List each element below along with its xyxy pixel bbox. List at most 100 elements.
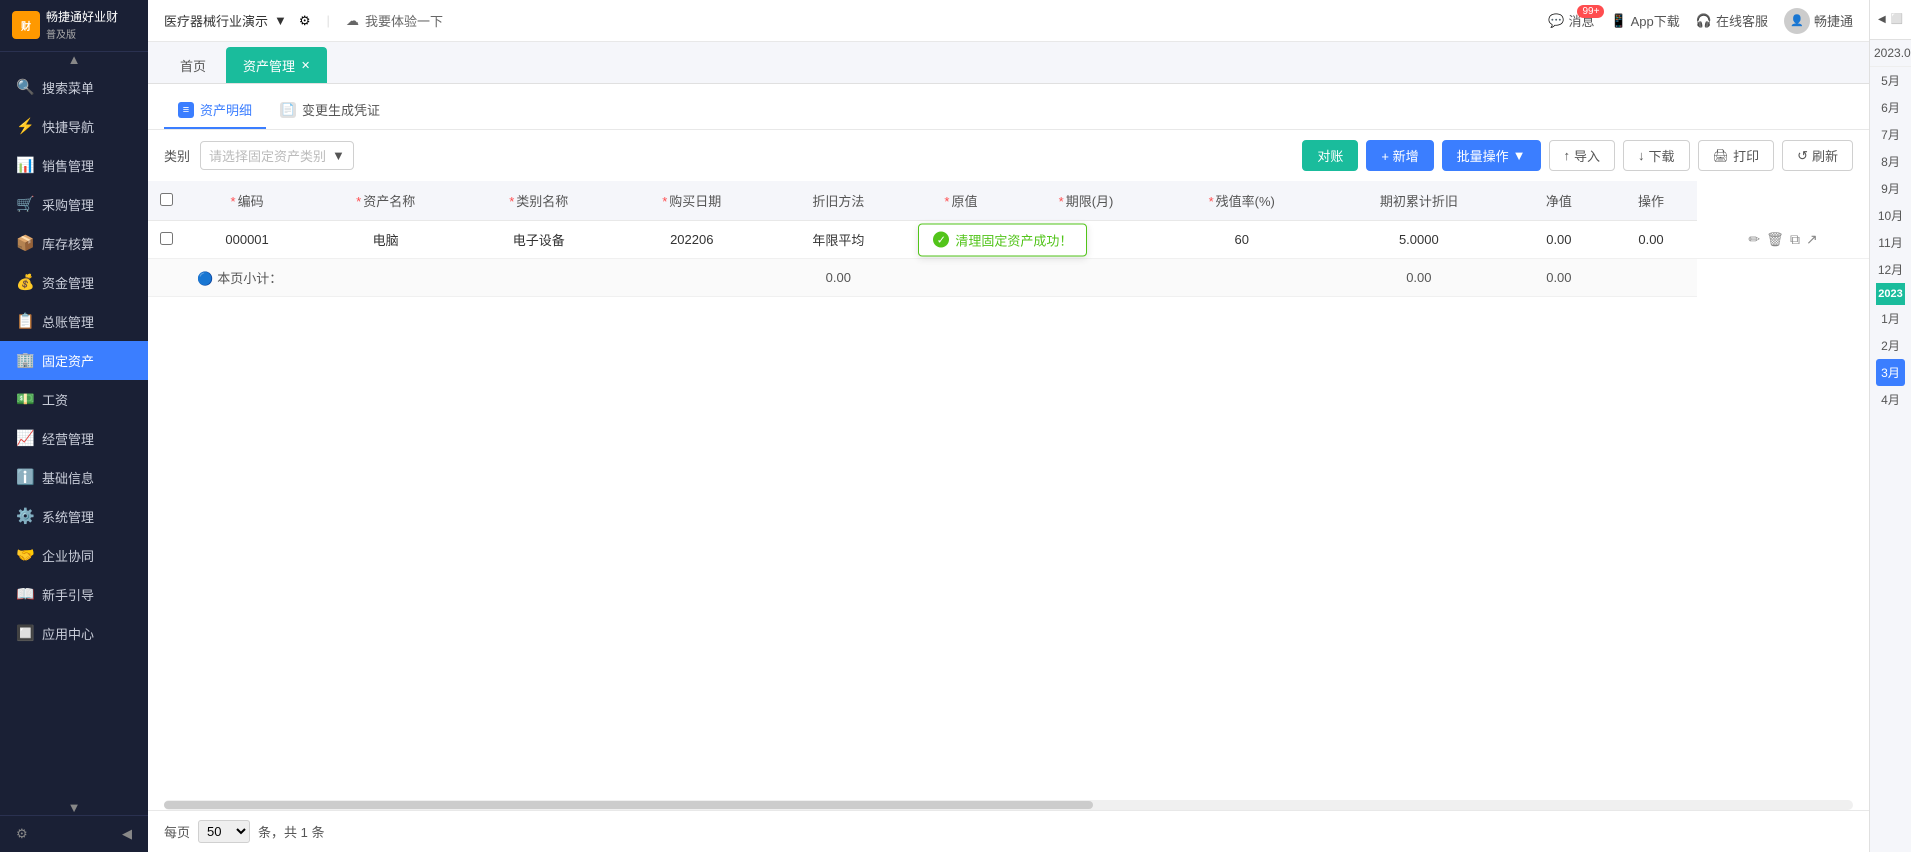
- sidebar-item-operations[interactable]: 📈经营管理: [0, 419, 148, 458]
- toast-message: 清理固定资产成功！: [955, 230, 1072, 249]
- filter-row: 类别 请选择固定资产类别 ▼: [164, 141, 354, 170]
- select-all-header[interactable]: [148, 181, 185, 221]
- month-item-7月[interactable]: 7月: [1876, 121, 1905, 148]
- subtab-asset-detail[interactable]: ≡ 资产明细: [164, 94, 266, 129]
- experience-label: 我要体验一下: [365, 11, 443, 30]
- collapse-right-icon[interactable]: ◀: [1878, 14, 1886, 25]
- sidebar-item-finance[interactable]: 💰资金管理: [0, 263, 148, 302]
- sidebar-item-purchase[interactable]: 🛒 采购管理: [0, 185, 148, 224]
- th-residual-rate: *残值率(%): [1159, 181, 1325, 221]
- category-select[interactable]: 请选择固定资产类别 ▼: [200, 141, 354, 170]
- month-item-6月[interactable]: 6月: [1876, 94, 1905, 121]
- right-panel-header: ◀ ⬜: [1870, 0, 1911, 40]
- topbar-settings-icon[interactable]: ⚙: [299, 13, 311, 29]
- sidebar-item-quick-nav[interactable]: ⚡快捷导航: [0, 107, 148, 146]
- horizontal-scrollbar[interactable]: [164, 800, 1853, 810]
- month-item-3月[interactable]: 3月: [1876, 359, 1905, 386]
- cell-name: 电脑: [309, 221, 462, 259]
- sidebar-bottom: ⚙ ◀: [0, 815, 148, 852]
- tab-close-icon[interactable]: ✕: [301, 59, 310, 72]
- month-item-2023[interactable]: 2023: [1876, 283, 1905, 305]
- sidebar-icon-ledger: 📋: [16, 312, 34, 330]
- user-area[interactable]: 👤 畅捷通: [1784, 8, 1853, 34]
- batch-ops-arrow: ▼: [1513, 148, 1526, 163]
- messages-btn[interactable]: 💬 消息 99+: [1548, 11, 1594, 30]
- sidebar-item-ledger[interactable]: 📋总账管理: [0, 302, 148, 341]
- reconcile-btn[interactable]: 对账: [1302, 140, 1358, 171]
- page-size-select[interactable]: 50 100: [198, 820, 250, 843]
- more-btn[interactable]: ↗: [1806, 231, 1818, 248]
- month-item-8月[interactable]: 8月: [1876, 148, 1905, 175]
- sidebar-icon-purchase: 🛒: [16, 195, 34, 213]
- sidebar-item-guide[interactable]: 📖新手引导: [0, 575, 148, 614]
- sidebar-scroll-up[interactable]: ▲: [0, 52, 148, 68]
- month-item-12月[interactable]: 12月: [1876, 256, 1905, 283]
- sidebar-item-salary[interactable]: 💵工资: [0, 380, 148, 419]
- sidebar-icon-quick-nav: ⚡: [16, 117, 34, 135]
- edit-btn[interactable]: ✏: [1748, 231, 1760, 248]
- delete-btn[interactable]: 🗑: [1766, 231, 1784, 248]
- sidebar-icon-inventory: 📦: [16, 234, 34, 252]
- online-service-btn[interactable]: 🎧 在线客服: [1696, 11, 1768, 30]
- username: 畅捷通: [1814, 11, 1853, 30]
- sidebar-icon-guide: 📖: [16, 585, 34, 603]
- sidebar-item-search[interactable]: 🔍搜索菜单: [0, 68, 148, 107]
- collapse-icon[interactable]: ◀: [122, 826, 132, 842]
- sidebar-icon-finance: 💰: [16, 273, 34, 291]
- table-header-row: *编码 *资产名称 *类别名称 *购买日期 折旧方法 *原值 *期限(月) *残…: [148, 181, 1869, 221]
- th-actions: 操作: [1605, 181, 1697, 221]
- sidebar-item-app-center[interactable]: 🔲应用中心: [0, 614, 148, 653]
- sidebar-item-system[interactable]: ⚙️系统管理: [0, 497, 148, 536]
- sidebar-icon-enterprise: 🤝: [16, 546, 34, 564]
- sidebar-label-purchase: 采购管理: [42, 195, 94, 214]
- copy-btn[interactable]: ⧉: [1790, 231, 1800, 248]
- sidebar-item-sales[interactable]: 📊销售管理: [0, 146, 148, 185]
- settings-icon[interactable]: ⚙: [16, 826, 28, 842]
- tab-home[interactable]: 首页: [164, 48, 222, 83]
- month-item-4月[interactable]: 4月: [1876, 386, 1905, 413]
- import-label: 导入: [1574, 146, 1600, 165]
- experience-btn[interactable]: ☁ 我要体验一下: [346, 11, 443, 30]
- month-item-10月[interactable]: 10月: [1876, 202, 1905, 229]
- row-checkbox[interactable]: [160, 232, 173, 245]
- sidebar-label-sales: 销售管理: [42, 156, 94, 175]
- subtotal-label: 🔵本页小计：: [185, 259, 768, 297]
- filter-category-label: 类别: [164, 146, 190, 165]
- sidebar-item-inventory[interactable]: 📦库存核算: [0, 224, 148, 263]
- expand-right-icon[interactable]: ⬜: [1891, 14, 1903, 25]
- month-item-2月[interactable]: 2月: [1876, 332, 1905, 359]
- cell-period: 60: [1159, 221, 1325, 259]
- sidebar-item-fixed-assets[interactable]: 🏢固定资产: [0, 341, 148, 380]
- sidebar-item-basic-info[interactable]: ℹ️基础信息: [0, 458, 148, 497]
- pagination: 每页 50 100 条，共 1 条: [148, 810, 1869, 852]
- print-btn[interactable]: 🖨 打印: [1698, 140, 1775, 171]
- import-btn[interactable]: ↑ 导入: [1549, 140, 1616, 171]
- tab-asset-management[interactable]: 资产管理 ✕: [226, 47, 327, 83]
- month-item-9月[interactable]: 9月: [1876, 175, 1905, 202]
- subtotal-net: 0.00: [1513, 259, 1605, 297]
- select-all-checkbox[interactable]: [160, 193, 173, 206]
- sidebar-item-enterprise[interactable]: 🤝企业协同: [0, 536, 148, 575]
- cell-purchase-date: 202206: [615, 221, 768, 259]
- sidebar-scroll-down[interactable]: ▼: [0, 799, 148, 815]
- month-item-11月[interactable]: 11月: [1876, 229, 1905, 256]
- month-item-1月[interactable]: 1月: [1876, 305, 1905, 332]
- subtab-change-voucher[interactable]: 📄 变更生成凭证: [266, 94, 394, 129]
- cell-category: 电子设备: [462, 221, 615, 259]
- topbar: 医疗器械行业演示 ▼ ⚙ | ☁ 我要体验一下 💬 消息 99+ 📱 App下载…: [148, 0, 1869, 42]
- total-label: 条，共 1 条: [258, 822, 324, 841]
- th-original-value: *原值: [908, 181, 1013, 221]
- company-selector[interactable]: 医疗器械行业演示 ▼: [164, 11, 287, 30]
- table-wrap: *编码 *资产名称 *类别名称 *购买日期 折旧方法 *原值 *期限(月) *残…: [148, 181, 1869, 800]
- download-btn[interactable]: ↓ 下载: [1623, 140, 1690, 171]
- new-btn[interactable]: + 新增: [1366, 140, 1433, 171]
- app-download-btn[interactable]: 📱 App下载: [1610, 11, 1679, 30]
- logo-icon: 财: [12, 11, 40, 39]
- batch-ops-btn[interactable]: 批量操作 ▼: [1442, 140, 1541, 171]
- month-item-5月[interactable]: 5月: [1876, 67, 1905, 94]
- success-toast: ✓ 清理固定资产成功！: [918, 223, 1087, 256]
- refresh-btn[interactable]: ↺ 刷新: [1782, 140, 1853, 171]
- row-checkbox-cell[interactable]: [148, 221, 185, 259]
- subtotal-row: 🔵本页小计： 0.00 0.00 0.00: [148, 259, 1869, 297]
- print-label: 打印: [1733, 146, 1759, 165]
